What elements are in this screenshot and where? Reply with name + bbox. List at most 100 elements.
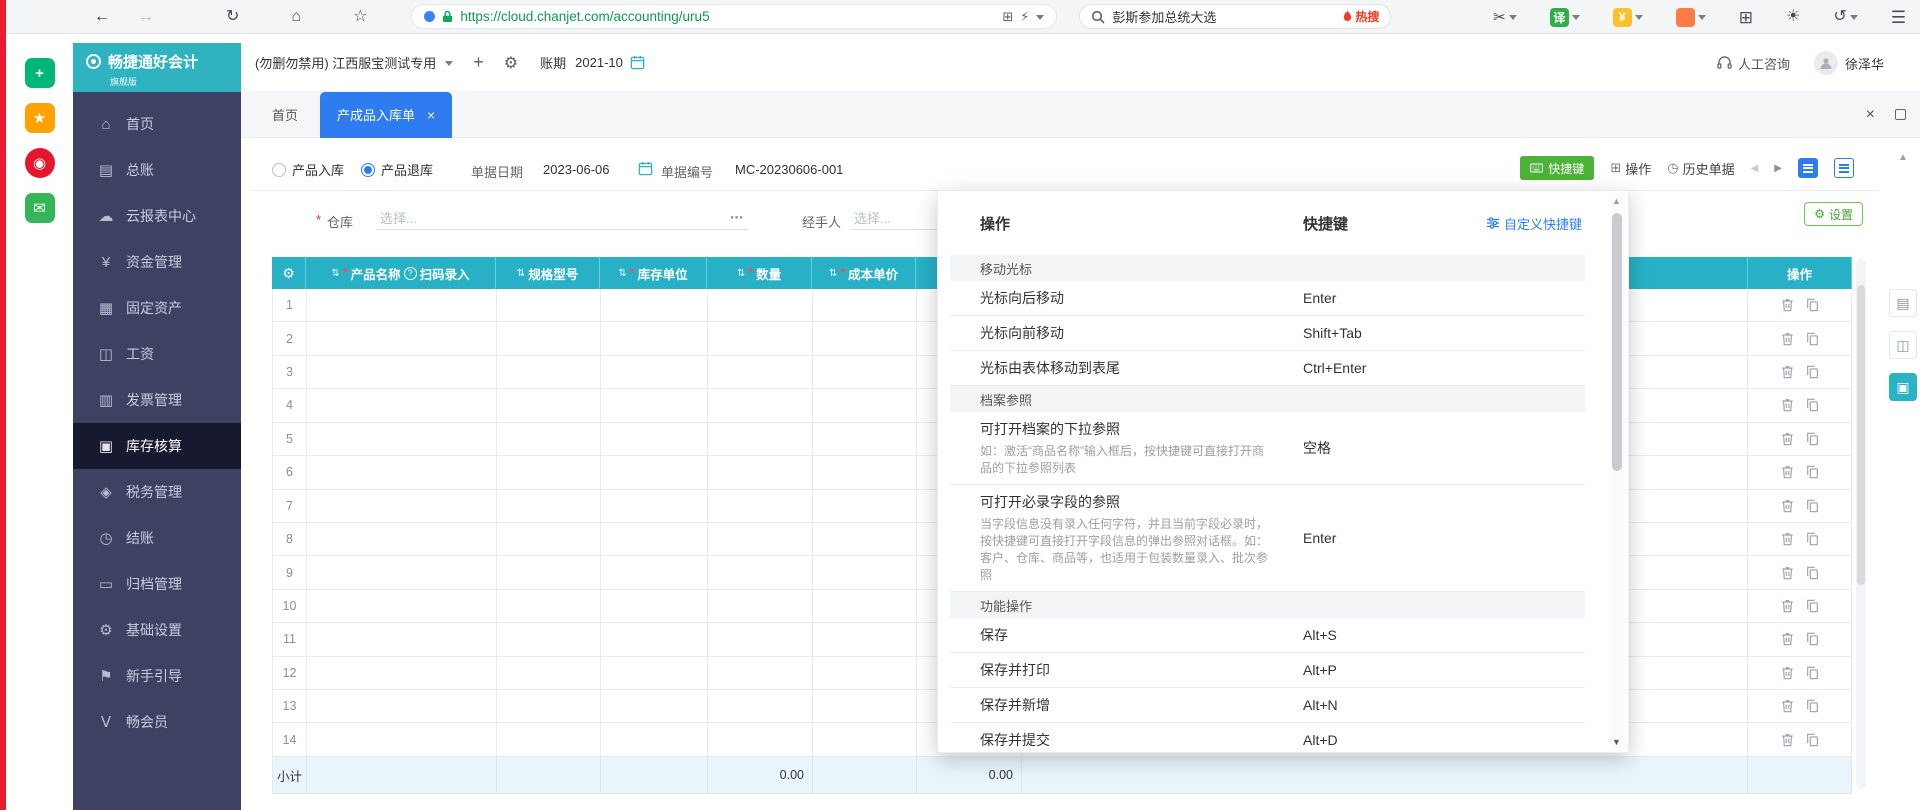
cell-qty[interactable] bbox=[708, 355, 813, 389]
copy-row-icon[interactable] bbox=[1806, 599, 1819, 613]
back-icon[interactable]: ← bbox=[94, 8, 110, 25]
copy-row-icon[interactable] bbox=[1806, 432, 1819, 446]
cell-product[interactable] bbox=[307, 322, 497, 355]
copy-row-icon[interactable] bbox=[1806, 499, 1819, 513]
list-view-toggle[interactable] bbox=[1798, 158, 1818, 178]
period-value[interactable]: 2021-10 bbox=[575, 55, 623, 70]
cell-price[interactable] bbox=[813, 656, 917, 690]
delete-row-icon[interactable] bbox=[1781, 733, 1794, 747]
sidebar-item-fixed-assets[interactable]: ▦ 固定资产 bbox=[73, 285, 241, 331]
customize-shortcuts-link[interactable]: 自定义快捷键 bbox=[1486, 214, 1582, 233]
cell-spec[interactable] bbox=[497, 723, 601, 756]
next-doc-icon[interactable]: ▶ bbox=[1774, 163, 1782, 174]
cell-spec[interactable] bbox=[497, 489, 601, 522]
dock-mail-icon[interactable]: ✉ bbox=[24, 193, 55, 223]
cell-product[interactable] bbox=[307, 456, 497, 489]
cell-product[interactable] bbox=[307, 656, 497, 690]
sort-icon[interactable]: ⇅ bbox=[517, 268, 525, 279]
cell-price[interactable] bbox=[813, 355, 917, 389]
delete-row-icon[interactable] bbox=[1781, 699, 1794, 713]
copy-row-icon[interactable] bbox=[1806, 298, 1819, 312]
col-header-qty[interactable]: ⇅ * 数量 bbox=[707, 257, 812, 289]
sidebar-item-tax[interactable]: ◈ 税务管理 bbox=[73, 469, 241, 515]
cell-unit[interactable] bbox=[601, 623, 708, 656]
cell-price[interactable] bbox=[813, 322, 917, 355]
cell-unit[interactable] bbox=[601, 656, 708, 690]
col-header-price[interactable]: ⇅ * 成本单价 bbox=[812, 257, 916, 289]
cell-price[interactable] bbox=[813, 422, 917, 456]
url-text[interactable]: https://cloud.chanjet.com/accounting/uru… bbox=[460, 9, 995, 24]
history-docs-button[interactable]: ◷ 历史单据 bbox=[1667, 159, 1734, 178]
sidebar-item-salary[interactable]: ◫ 工资 bbox=[73, 331, 241, 377]
cell-spec[interactable] bbox=[497, 690, 601, 723]
close-tab-icon[interactable]: × bbox=[427, 107, 435, 123]
radio-checked-icon[interactable] bbox=[361, 162, 375, 177]
hot-search-badge[interactable]: 热搜 bbox=[1342, 8, 1379, 25]
table-scrollbar[interactable] bbox=[1856, 259, 1866, 789]
delete-row-icon[interactable] bbox=[1781, 332, 1794, 346]
cell-product[interactable] bbox=[307, 422, 497, 456]
cell-spec[interactable] bbox=[497, 656, 601, 690]
cell-unit[interactable] bbox=[601, 355, 708, 389]
cell-unit[interactable] bbox=[601, 456, 708, 489]
sidebar-item-funds[interactable]: ¥ 资金管理 bbox=[73, 239, 241, 285]
delete-row-icon[interactable] bbox=[1781, 499, 1794, 513]
cell-qty[interactable] bbox=[708, 289, 813, 322]
cell-unit[interactable] bbox=[601, 589, 708, 623]
radio-product-inbound[interactable]: 产品入库 bbox=[272, 160, 344, 179]
cell-qty[interactable] bbox=[708, 556, 813, 589]
cell-product[interactable] bbox=[307, 723, 497, 756]
user-menu[interactable]: 徐泽华 bbox=[1813, 51, 1884, 75]
sort-icon[interactable]: ⇅ bbox=[829, 268, 837, 279]
delete-row-icon[interactable] bbox=[1781, 465, 1794, 479]
scroll-down-icon[interactable]: ▼ bbox=[1612, 737, 1621, 747]
sidebar-item-home[interactable]: ⌂ 首页 bbox=[73, 101, 241, 147]
delete-row-icon[interactable] bbox=[1781, 298, 1794, 312]
cell-unit[interactable] bbox=[601, 723, 708, 756]
operation-menu[interactable]: ⊞ 操作 bbox=[1610, 159, 1651, 178]
cell-qty[interactable] bbox=[708, 623, 813, 656]
cell-qty[interactable] bbox=[708, 589, 813, 623]
side-panel-chart-button[interactable]: ◫ bbox=[1889, 331, 1917, 359]
menu-icon[interactable]: ☰ bbox=[1891, 9, 1906, 26]
side-panel-list-button[interactable]: ▤ bbox=[1889, 289, 1917, 317]
prev-doc-icon[interactable]: ◀ bbox=[1751, 163, 1759, 174]
cell-price[interactable] bbox=[813, 589, 917, 623]
cell-spec[interactable] bbox=[497, 322, 601, 355]
cell-price[interactable] bbox=[813, 690, 917, 723]
cell-spec[interactable] bbox=[497, 556, 601, 589]
sidebar-item-membership[interactable]: Ⅴ 畅会员 bbox=[73, 699, 241, 745]
gear-icon[interactable]: ⚙ bbox=[282, 265, 295, 282]
delete-row-icon[interactable] bbox=[1781, 432, 1794, 446]
browser-search-box[interactable]: 彭斯参加总统大选 热搜 bbox=[1079, 4, 1392, 29]
cell-qty[interactable] bbox=[708, 389, 813, 422]
delete-row-icon[interactable] bbox=[1781, 365, 1794, 379]
cell-spec[interactable] bbox=[497, 589, 601, 623]
cell-price[interactable] bbox=[813, 489, 917, 522]
cell-unit[interactable] bbox=[601, 690, 708, 723]
fullscreen-icon[interactable] bbox=[1895, 109, 1906, 120]
app-logo[interactable]: 畅捷通好会计 旗舰版 bbox=[73, 43, 241, 92]
sort-icon[interactable]: ⇅ bbox=[737, 268, 745, 279]
panel-scrollbar[interactable]: ▲ ▼ bbox=[1610, 193, 1625, 750]
cell-product[interactable] bbox=[307, 355, 497, 389]
cell-unit[interactable] bbox=[601, 522, 708, 556]
home-icon[interactable]: ⌂ bbox=[291, 8, 301, 25]
cell-price[interactable] bbox=[813, 389, 917, 422]
delete-row-icon[interactable] bbox=[1781, 599, 1794, 613]
sort-icon[interactable]: ⇅ bbox=[618, 268, 626, 279]
cell-spec[interactable] bbox=[497, 389, 601, 422]
close-all-tabs-icon[interactable]: × bbox=[1866, 106, 1875, 124]
copy-row-icon[interactable] bbox=[1806, 532, 1819, 546]
cell-qty[interactable] bbox=[708, 690, 813, 723]
refresh-icon[interactable]: ↻ bbox=[226, 8, 239, 25]
cell-product[interactable] bbox=[307, 289, 497, 322]
scroll-up-icon[interactable]: ▲ bbox=[1612, 196, 1621, 206]
dock-plus-icon[interactable]: + bbox=[24, 58, 55, 88]
cell-unit[interactable] bbox=[601, 389, 708, 422]
sidebar-item-closing[interactable]: ◷ 结账 bbox=[73, 515, 241, 561]
side-panel-doc-button[interactable]: ▣ bbox=[1889, 373, 1917, 401]
cell-spec[interactable] bbox=[497, 623, 601, 656]
sidebar-item-ledger[interactable]: ▤ 总账 bbox=[73, 147, 241, 193]
tab-active[interactable]: 产成品入库单 × bbox=[320, 91, 453, 138]
